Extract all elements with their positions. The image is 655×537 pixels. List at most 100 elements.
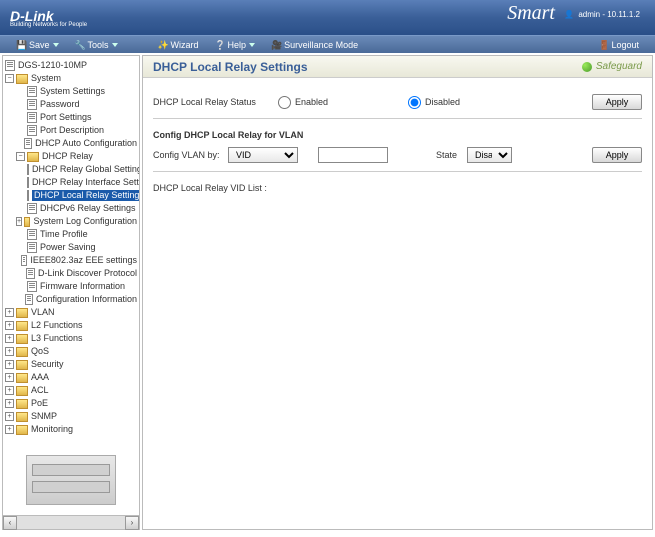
radio-enabled[interactable]: Enabled <box>278 96 328 109</box>
tree-l2[interactable]: +L2 Functions <box>5 319 137 332</box>
expand-icon[interactable]: + <box>5 308 14 317</box>
radio-disabled-input[interactable] <box>408 96 421 109</box>
expand-icon[interactable]: + <box>5 347 14 356</box>
tree-security[interactable]: +Security <box>5 358 137 371</box>
state-select[interactable]: Disabled <box>467 147 512 163</box>
folder-icon <box>24 217 30 227</box>
safeguard-badge: Safeguard <box>582 61 642 72</box>
tree-l3[interactable]: +L3 Functions <box>5 332 137 345</box>
scroll-left-button[interactable]: ‹ <box>3 516 17 530</box>
tree-qos[interactable]: +QoS <box>5 345 137 358</box>
apply-vlan-button[interactable]: Apply <box>592 147 642 163</box>
menu-help[interactable]: ❔Help <box>209 38 262 52</box>
tree-password[interactable]: Password <box>5 98 137 111</box>
tree-config-info[interactable]: Configuration Information <box>5 293 137 306</box>
user-info: 👤 admin - 10.11.1.2 <box>564 10 640 19</box>
tree-aaa[interactable]: +AAA <box>5 371 137 384</box>
menu-surveillance[interactable]: 🎥Surveillance Mode <box>265 38 364 52</box>
collapse-icon[interactable]: − <box>5 74 14 83</box>
menubar: 💾Save 🔧Tools ✨Wizard ❔Help 🎥Surveillance… <box>0 35 655 53</box>
expand-icon[interactable]: + <box>16 217 22 226</box>
state-label: State <box>436 150 457 160</box>
logout-icon: 🚪 <box>598 40 608 50</box>
page-icon <box>27 242 37 253</box>
folder-icon <box>16 425 28 435</box>
apply-status-button[interactable]: Apply <box>592 94 642 110</box>
tree-vlan[interactable]: +VLAN <box>5 306 137 319</box>
expand-icon[interactable]: + <box>5 334 14 343</box>
tree-acl[interactable]: +ACL <box>5 384 137 397</box>
tree-dhcp-interface[interactable]: DHCP Relay Interface Settings <box>5 176 137 189</box>
content-panel: DHCP Local Relay Settings Safeguard DHCP… <box>142 55 653 530</box>
help-icon: ❔ <box>215 40 225 50</box>
tree-firmware[interactable]: Firmware Information <box>5 280 137 293</box>
panel-title: DHCP Local Relay Settings <box>153 60 308 74</box>
chevron-down-icon <box>249 43 255 47</box>
brand-logo: D-Link Building Networks for People <box>10 8 87 28</box>
folder-icon <box>16 308 28 318</box>
tree-system[interactable]: −System <box>5 72 137 85</box>
tree-dhcpv6[interactable]: DHCPv6 Relay Settings <box>5 202 137 215</box>
page-icon <box>27 164 29 175</box>
user-icon: 👤 <box>564 10 574 19</box>
tree-device[interactable]: DGS-1210-10MP <box>5 59 137 72</box>
radio-enabled-input[interactable] <box>278 96 291 109</box>
radio-disabled[interactable]: Disabled <box>408 96 460 109</box>
wizard-icon: ✨ <box>158 40 168 50</box>
sidebar: DGS-1210-10MP −System System Settings Pa… <box>2 55 140 530</box>
page-icon <box>27 125 37 136</box>
folder-icon <box>16 334 28 344</box>
tree-power-saving[interactable]: Power Saving <box>5 241 137 254</box>
surveillance-icon: 🎥 <box>271 40 281 50</box>
scroll-right-button[interactable]: › <box>125 516 139 530</box>
expand-icon[interactable]: + <box>5 399 14 408</box>
config-vlan-header: Config DHCP Local Relay for VLAN <box>153 130 303 140</box>
tree-discover[interactable]: D-Link Discover Protocol <box>5 267 137 280</box>
page-icon <box>27 190 29 201</box>
panel-body: DHCP Local Relay Status Enabled Disabled… <box>143 78 652 212</box>
tree-dhcp-local[interactable]: DHCP Local Relay Settings <box>5 189 137 202</box>
menu-save[interactable]: 💾Save <box>10 38 65 52</box>
expand-icon[interactable]: + <box>5 360 14 369</box>
tree-dhcp-global[interactable]: DHCP Relay Global Settings <box>5 163 137 176</box>
tree-dhcp-relay[interactable]: −DHCP Relay <box>5 150 137 163</box>
tree-poe[interactable]: +PoE <box>5 397 137 410</box>
expand-icon[interactable]: + <box>5 373 14 382</box>
folder-icon <box>16 360 28 370</box>
tree-monitoring[interactable]: +Monitoring <box>5 423 137 436</box>
folder-icon <box>16 347 28 357</box>
panel-title-bar: DHCP Local Relay Settings Safeguard <box>143 56 652 78</box>
page-icon <box>27 281 37 292</box>
page-icon <box>27 112 37 123</box>
expand-icon[interactable]: + <box>5 321 14 330</box>
collapse-icon[interactable]: − <box>16 152 25 161</box>
sidebar-scrollbar: ‹ › <box>3 515 139 529</box>
status-label: DHCP Local Relay Status <box>153 97 273 107</box>
expand-icon[interactable]: + <box>5 386 14 395</box>
smart-logo: Smart <box>507 2 555 25</box>
expand-icon[interactable]: + <box>5 425 14 434</box>
page-icon <box>21 255 27 266</box>
tree-ieee[interactable]: IEEE802.3az EEE settings <box>5 254 137 267</box>
tree-syslog[interactable]: +System Log Configuration <box>5 215 137 228</box>
page-icon <box>27 203 37 214</box>
page-icon <box>24 138 32 149</box>
vlan-value-input[interactable] <box>318 147 388 163</box>
page-icon <box>26 268 35 279</box>
page-icon <box>27 99 37 110</box>
menu-logout[interactable]: 🚪Logout <box>592 38 645 52</box>
tree-port-settings[interactable]: Port Settings <box>5 111 137 124</box>
tree-time-profile[interactable]: Time Profile <box>5 228 137 241</box>
safeguard-icon <box>582 62 592 72</box>
tree-port-description[interactable]: Port Description <box>5 124 137 137</box>
expand-icon[interactable]: + <box>5 412 14 421</box>
page-icon <box>27 177 29 188</box>
folder-icon <box>16 321 28 331</box>
tree-dhcp-auto[interactable]: DHCP Auto Configuration <box>5 137 137 150</box>
config-vlan-select[interactable]: VID <box>228 147 298 163</box>
brand-tagline: Building Networks for People <box>10 22 87 28</box>
menu-wizard[interactable]: ✨Wizard <box>152 38 205 52</box>
menu-tools[interactable]: 🔧Tools <box>69 38 124 52</box>
tree-system-settings[interactable]: System Settings <box>5 85 137 98</box>
tree-snmp[interactable]: +SNMP <box>5 410 137 423</box>
